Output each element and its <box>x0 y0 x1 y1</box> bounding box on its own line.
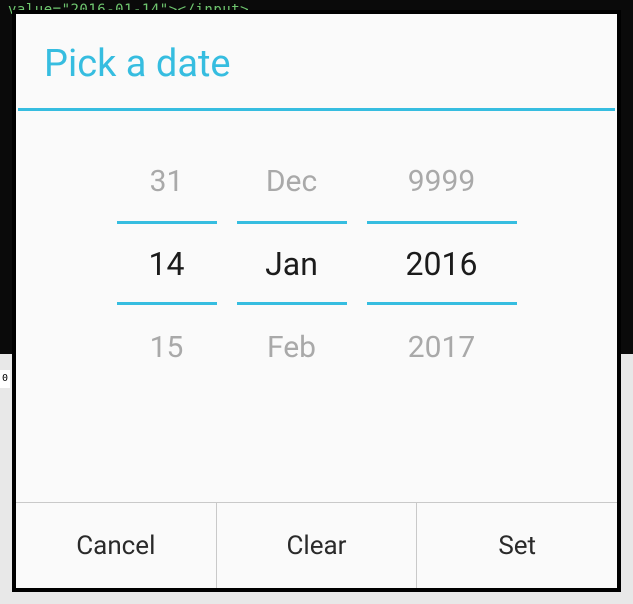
year-prev[interactable]: 9999 <box>367 153 517 209</box>
dialog-title: Pick a date <box>44 42 589 86</box>
dialog-button-bar: Cancel Clear Set <box>16 502 617 588</box>
month-wheel[interactable]: Dec Jan Feb <box>237 153 347 375</box>
month-divider-bottom <box>237 302 347 305</box>
day-next[interactable]: 15 <box>117 319 217 375</box>
cancel-button[interactable]: Cancel <box>16 503 216 588</box>
dialog-spacer <box>16 415 617 502</box>
clear-button[interactable]: Clear <box>216 503 417 588</box>
day-prev[interactable]: 31 <box>117 153 217 209</box>
year-divider-top <box>367 221 517 224</box>
month-prev[interactable]: Dec <box>237 153 347 209</box>
day-wheel[interactable]: 31 14 15 <box>117 153 217 375</box>
date-picker-dialog: Pick a date 31 14 15 Dec Jan Feb 9999 20… <box>12 10 621 592</box>
month-selected[interactable]: Jan <box>237 236 347 292</box>
set-button[interactable]: Set <box>416 503 617 588</box>
day-selected[interactable]: 14 <box>117 236 217 292</box>
month-divider-top <box>237 221 347 224</box>
background-line-marker: 0 <box>0 370 10 388</box>
year-next[interactable]: 2017 <box>367 319 517 375</box>
year-selected[interactable]: 2016 <box>367 236 517 292</box>
year-divider-bottom <box>367 302 517 305</box>
year-wheel[interactable]: 9999 2016 2017 <box>367 153 517 375</box>
dialog-header: Pick a date <box>16 14 617 108</box>
day-divider-bottom <box>117 302 217 305</box>
month-next[interactable]: Feb <box>237 319 347 375</box>
day-divider-top <box>117 221 217 224</box>
date-picker-wheels: 31 14 15 Dec Jan Feb 9999 2016 2017 <box>16 111 617 415</box>
